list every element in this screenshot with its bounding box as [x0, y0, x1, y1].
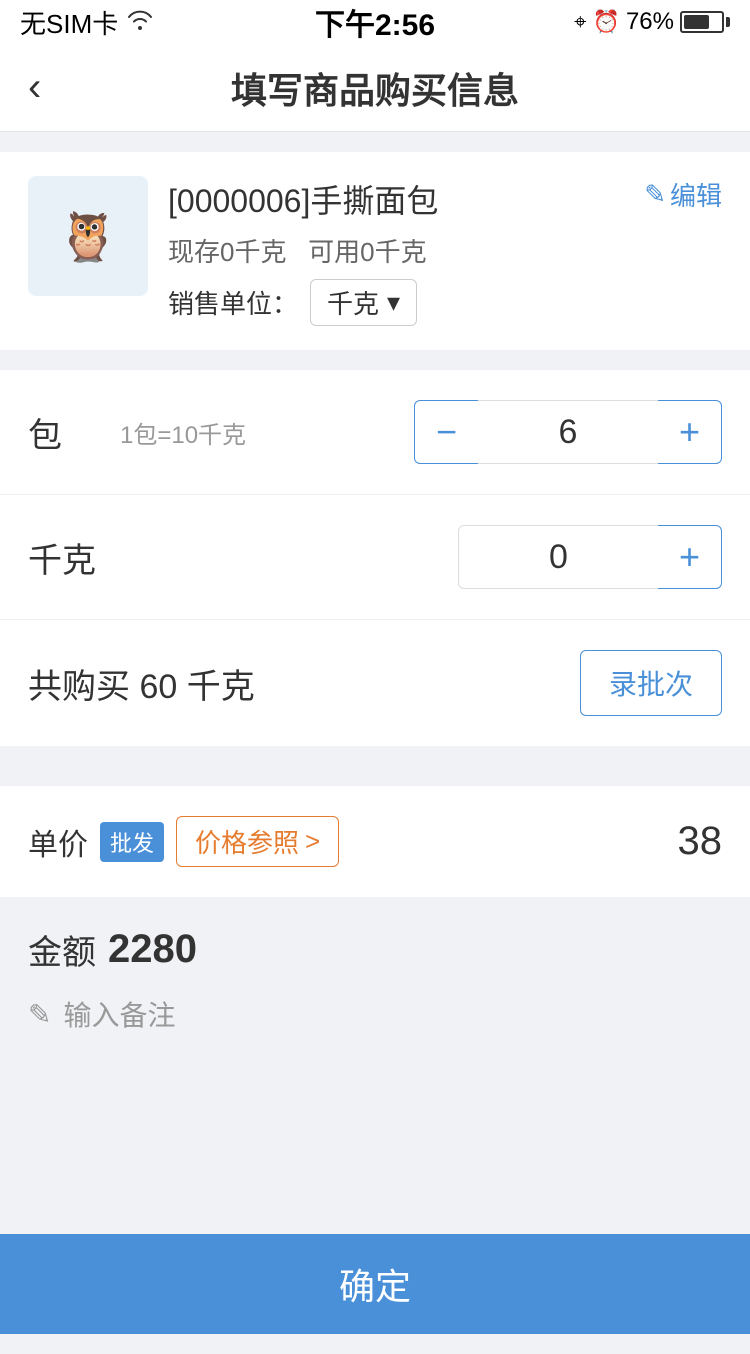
- qty-kg-label: 千克: [28, 533, 108, 582]
- price-ref-arrow: >: [305, 826, 320, 857]
- remark-placeholder: 输入备注: [63, 994, 175, 1034]
- price-label: 单价: [28, 820, 88, 864]
- battery-percent: 76%: [626, 8, 674, 36]
- status-bar: 无SIM卡 下午2:56 ⌖ ⏰ 76%: [0, 0, 750, 44]
- qty-kg-plus-button[interactable]: +: [658, 525, 722, 589]
- battery-icon: [680, 11, 730, 33]
- price-row: 单价 批发 价格参照 > 38: [28, 816, 722, 867]
- edit-icon: ✎: [644, 179, 666, 210]
- summary-row: 共购买 60 千克 录批次: [0, 620, 750, 746]
- qty-bag-label: 包: [28, 408, 108, 457]
- edit-button[interactable]: ✎ 编辑: [644, 176, 722, 213]
- alarm-icon: ⏰: [593, 9, 620, 35]
- batch-button[interactable]: 录批次: [580, 650, 722, 716]
- status-time: 下午2:56: [315, 0, 435, 44]
- price-value: 38: [678, 819, 723, 864]
- carrier-text: 无SIM卡: [20, 4, 118, 41]
- qty-bag-hint: 1包=10千克: [120, 415, 414, 450]
- status-right: ⌖ ⏰ 76%: [574, 8, 730, 36]
- amount-row: 金额 2280: [28, 925, 722, 974]
- back-button[interactable]: ‹: [28, 65, 41, 110]
- price-section: 单价 批发 价格参照 > 38: [0, 786, 750, 897]
- price-left: 单价 批发 价格参照 >: [28, 816, 339, 867]
- quantity-section: 包 1包=10千克 − + 千克 +: [0, 370, 750, 620]
- confirm-button[interactable]: 确定: [0, 1234, 750, 1334]
- price-ref-button[interactable]: 价格参照 >: [176, 816, 339, 867]
- qty-kg-input[interactable]: [458, 525, 658, 589]
- qty-kg-control: +: [458, 525, 722, 589]
- page-title: 填写商品购买信息: [231, 62, 519, 114]
- product-name: [0000006]手撕面包: [168, 176, 438, 222]
- product-thumbnail: 🦉: [28, 176, 148, 296]
- wifi-icon: [126, 7, 154, 38]
- product-info: [0000006]手撕面包 ✎ 编辑 现存0千克 可用0千克 销售单位： 千克 …: [168, 176, 722, 326]
- qty-bag-control: − +: [414, 400, 722, 464]
- product-stock: 现存0千克 可用0千克: [168, 232, 722, 269]
- quantity-kg-row: 千克 +: [0, 495, 750, 620]
- product-unit: 销售单位： 千克 ▾: [168, 279, 722, 326]
- qty-bag-plus-button[interactable]: +: [658, 400, 722, 464]
- nav-bar: ‹ 填写商品购买信息: [0, 44, 750, 132]
- status-left: 无SIM卡: [20, 4, 154, 41]
- price-ref-label: 价格参照: [195, 823, 299, 860]
- remark-row[interactable]: ✎ 输入备注: [28, 994, 722, 1034]
- amount-section: 金额 2280 ✎ 输入备注: [0, 897, 750, 1054]
- remark-icon: ✎: [28, 998, 51, 1031]
- price-tag: 批发: [100, 822, 164, 862]
- product-thumb-icon: 🦉: [58, 208, 118, 265]
- qty-bag-input[interactable]: [478, 400, 658, 464]
- edit-label: 编辑: [670, 176, 722, 213]
- quantity-bag-row: 包 1包=10千克 − +: [0, 370, 750, 495]
- summary-text: 共购买 60 千克: [28, 659, 255, 708]
- unit-selector[interactable]: 千克 ▾: [310, 279, 417, 326]
- divider: [0, 746, 750, 766]
- amount-label: 金额: [28, 925, 96, 974]
- product-card: 🦉 [0000006]手撕面包 ✎ 编辑 现存0千克 可用0千克 销售单位： 千…: [0, 152, 750, 350]
- location-icon: ⌖: [574, 9, 586, 35]
- qty-bag-minus-button[interactable]: −: [414, 400, 478, 464]
- amount-value: 2280: [108, 927, 197, 972]
